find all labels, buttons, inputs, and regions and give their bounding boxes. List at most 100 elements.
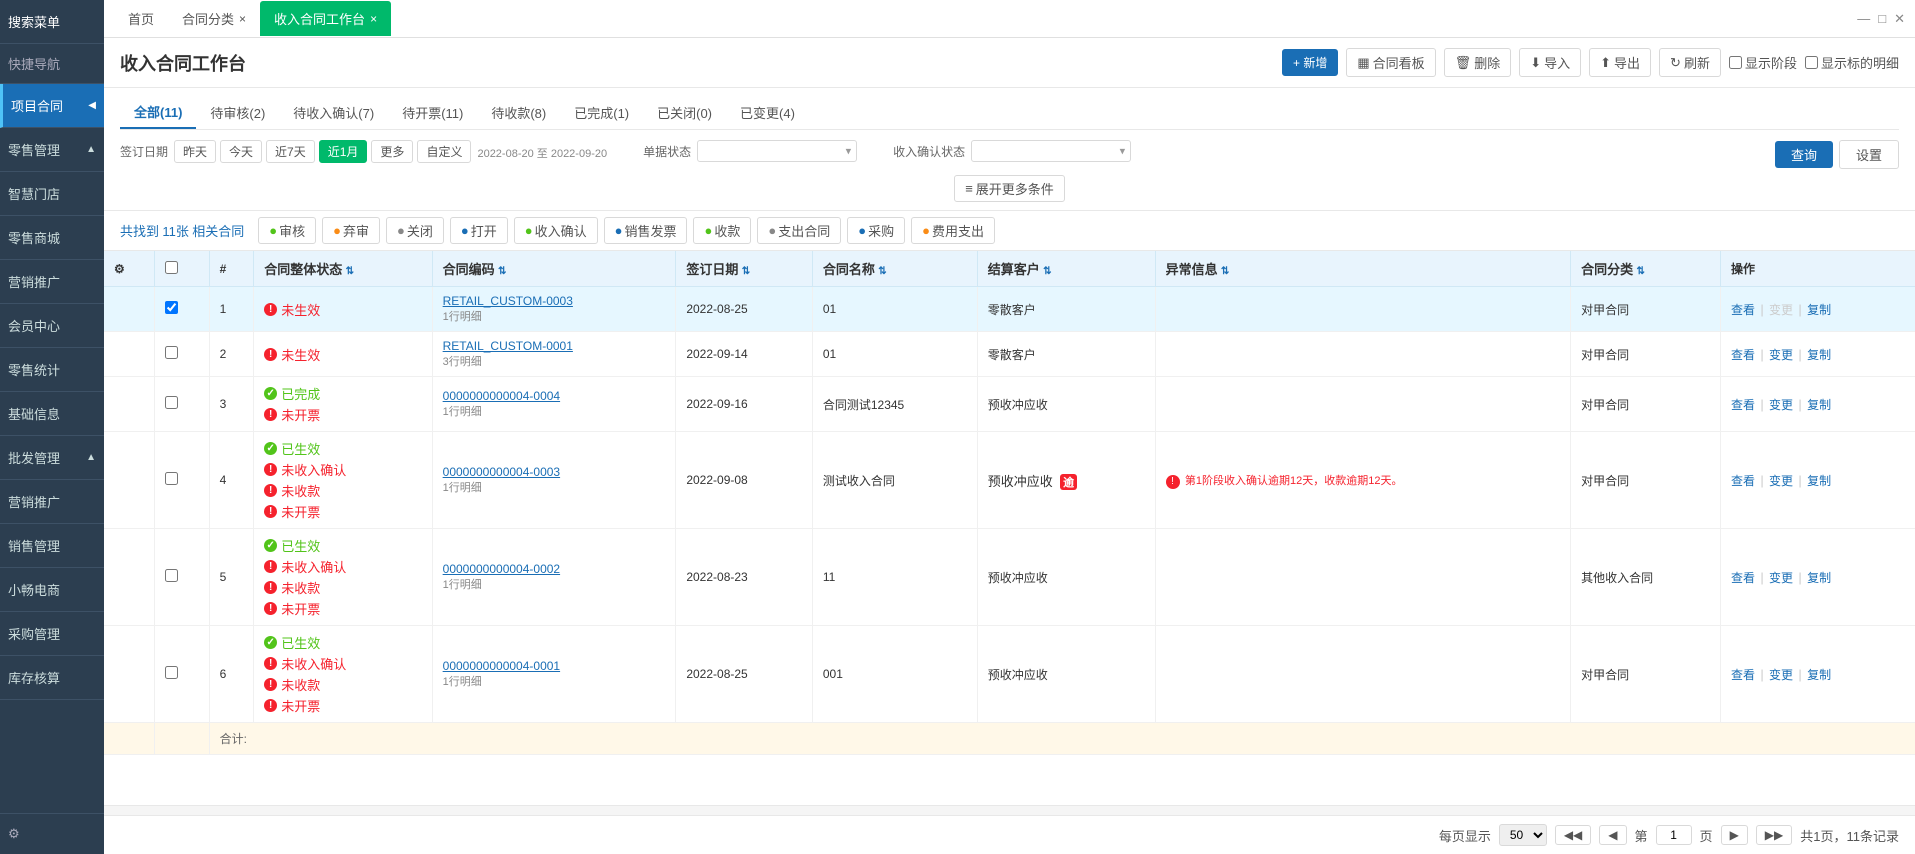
sidebar-settings[interactable]: ⚙ — [0, 813, 104, 854]
last-page-btn[interactable]: ▶▶ — [1756, 825, 1792, 845]
filter-tab-all[interactable]: 全部(11) — [120, 96, 196, 129]
row2-change[interactable]: 变更 — [1769, 348, 1793, 362]
tab-income-workbench-close[interactable]: × — [370, 12, 377, 26]
row2-view[interactable]: 查看 — [1731, 348, 1755, 362]
row1-copy[interactable]: 复制 — [1807, 303, 1831, 317]
row6-copy[interactable]: 复制 — [1807, 668, 1831, 682]
row6-checkbox[interactable] — [154, 626, 209, 723]
show-stages-input[interactable] — [1729, 56, 1742, 69]
sidebar-item-member[interactable]: 会员中心 — [0, 304, 104, 348]
sidebar-item-marketing2[interactable]: 营销推广 — [0, 480, 104, 524]
row6-view[interactable]: 查看 — [1731, 668, 1755, 682]
sidebar-item-marketing[interactable]: 营销推广 — [0, 260, 104, 304]
sidebar-item-batch-mgmt[interactable]: 批发管理 ▲ — [0, 436, 104, 480]
date-custom[interactable]: 自定义 — [417, 140, 471, 163]
window-maximize[interactable]: □ — [1878, 11, 1886, 26]
row1-change[interactable]: 变更 — [1769, 303, 1793, 317]
row3-view[interactable]: 查看 — [1731, 398, 1755, 412]
tab-home[interactable]: 首页 — [114, 1, 168, 36]
row3-copy[interactable]: 复制 — [1807, 398, 1831, 412]
horizontal-scrollbar[interactable] — [104, 805, 1915, 815]
row1-view[interactable]: 查看 — [1731, 303, 1755, 317]
row4-copy[interactable]: 复制 — [1807, 474, 1831, 488]
row3-change[interactable]: 变更 — [1769, 398, 1793, 412]
income-confirm-select[interactable] — [971, 140, 1131, 162]
expense-out-button[interactable]: ● 费用支出 — [911, 217, 995, 244]
date-last1month[interactable]: 近1月 — [319, 140, 368, 163]
import-button[interactable]: ⬇ 导入 — [1519, 48, 1581, 77]
select-all-checkbox[interactable] — [165, 261, 178, 274]
filter-tab-pending-review[interactable]: 待审核(2) — [196, 97, 279, 128]
window-close[interactable]: ✕ — [1894, 11, 1905, 27]
export-button[interactable]: ⬆ 导出 — [1589, 48, 1651, 77]
show-marks-input[interactable] — [1805, 56, 1818, 69]
row6-code-link[interactable]: 0000000000004-0001 — [443, 659, 560, 673]
row5-code-link[interactable]: 0000000000004-0002 — [443, 562, 560, 576]
row1-checkbox[interactable] — [154, 287, 209, 332]
date-today[interactable]: 今天 — [220, 140, 262, 163]
date-last7[interactable]: 近7天 — [266, 140, 315, 163]
collection-button[interactable]: ● 收款 — [693, 217, 751, 244]
row6-change[interactable]: 变更 — [1769, 668, 1793, 682]
row4-checkbox[interactable] — [154, 432, 209, 529]
sidebar-item-xiaochangec[interactable]: 小畅电商 — [0, 568, 104, 612]
tab-contract-cat[interactable]: 合同分类 × — [168, 1, 260, 36]
window-minimize[interactable]: — — [1857, 11, 1870, 26]
row3-code-link[interactable]: 0000000000004-0004 — [443, 389, 560, 403]
sidebar-item-base-info[interactable]: 基础信息 — [0, 392, 104, 436]
show-marks-checkbox[interactable]: 显示标的明细 — [1805, 53, 1899, 72]
new-button[interactable]: + 新增 — [1282, 49, 1338, 76]
sales-invoice-button[interactable]: ● 销售发票 — [604, 217, 688, 244]
row2-copy[interactable]: 复制 — [1807, 348, 1831, 362]
filter-tab-pending-payment[interactable]: 待收款(8) — [477, 97, 560, 128]
abandon-button[interactable]: ● 弃审 — [322, 217, 380, 244]
income-confirm-button[interactable]: ● 收入确认 — [514, 217, 598, 244]
row5-view[interactable]: 查看 — [1731, 571, 1755, 585]
doc-status-select[interactable] — [697, 140, 857, 162]
filter-tab-pending-income[interactable]: 待收入确认(7) — [279, 97, 388, 128]
sidebar-item-retail-stat[interactable]: 零售统计 — [0, 348, 104, 392]
sidebar-item-project[interactable]: 项目合同 ◀ — [0, 84, 104, 128]
expand-conditions-button[interactable]: ≡ 展开更多条件 — [954, 175, 1065, 202]
date-yesterday[interactable]: 昨天 — [174, 140, 216, 163]
close-button[interactable]: ● 关闭 — [386, 217, 444, 244]
show-stages-checkbox[interactable]: 显示阶段 — [1729, 53, 1797, 72]
refresh-button[interactable]: ↻ 刷新 — [1659, 48, 1721, 77]
row3-checkbox[interactable] — [154, 377, 209, 432]
per-page-select[interactable]: 50 — [1499, 824, 1547, 846]
sidebar-item-retail-mall[interactable]: 零售商城 — [0, 216, 104, 260]
date-more[interactable]: 更多 — [371, 140, 413, 163]
sidebar-item-purchase[interactable]: 采购管理 — [0, 612, 104, 656]
row5-change[interactable]: 变更 — [1769, 571, 1793, 585]
filter-tab-pending-invoice[interactable]: 待开票(11) — [388, 97, 477, 128]
query-button[interactable]: 查询 — [1775, 141, 1833, 168]
row4-code-link[interactable]: 0000000000004-0003 — [443, 465, 560, 479]
sidebar-quick-nav[interactable]: 快捷导航 — [0, 44, 104, 84]
row5-checkbox[interactable] — [154, 529, 209, 626]
delete-button[interactable]: 🗑 删除 — [1444, 48, 1512, 77]
contract-board-button[interactable]: ▦ 合同看板 — [1346, 48, 1435, 77]
sidebar-search[interactable]: 搜索菜单 — [0, 0, 104, 44]
col-settings[interactable]: ⚙ — [104, 251, 154, 287]
row1-code-link[interactable]: RETAIL_CUSTOM-0003 — [443, 294, 573, 308]
filter-tab-changed[interactable]: 已变更(4) — [726, 97, 809, 128]
row4-change[interactable]: 变更 — [1769, 474, 1793, 488]
tab-contract-cat-close[interactable]: × — [239, 12, 246, 26]
prev-page-btn[interactable]: ◀ — [1599, 825, 1626, 845]
next-page-btn[interactable]: ▶ — [1721, 825, 1748, 845]
review-button[interactable]: ● 审核 — [258, 217, 316, 244]
sidebar-item-retail-mgmt[interactable]: 零售管理 ▲ — [0, 128, 104, 172]
tab-income-workbench[interactable]: 收入合同工作台 × — [260, 1, 391, 36]
filter-tab-completed[interactable]: 已完成(1) — [560, 97, 643, 128]
purchase-button[interactable]: ● 采购 — [847, 217, 905, 244]
page-input[interactable] — [1656, 825, 1692, 845]
row5-copy[interactable]: 复制 — [1807, 571, 1831, 585]
row4-view[interactable]: 查看 — [1731, 474, 1755, 488]
set-button[interactable]: 设置 — [1839, 140, 1899, 169]
sidebar-item-sales-mgmt[interactable]: 销售管理 — [0, 524, 104, 568]
sidebar-item-inventory[interactable]: 库存核算 — [0, 656, 104, 700]
first-page-btn[interactable]: ◀◀ — [1555, 825, 1591, 845]
open-button[interactable]: ● 打开 — [450, 217, 508, 244]
sidebar-item-smart-store[interactable]: 智慧门店 — [0, 172, 104, 216]
filter-tab-closed[interactable]: 已关闭(0) — [643, 97, 726, 128]
